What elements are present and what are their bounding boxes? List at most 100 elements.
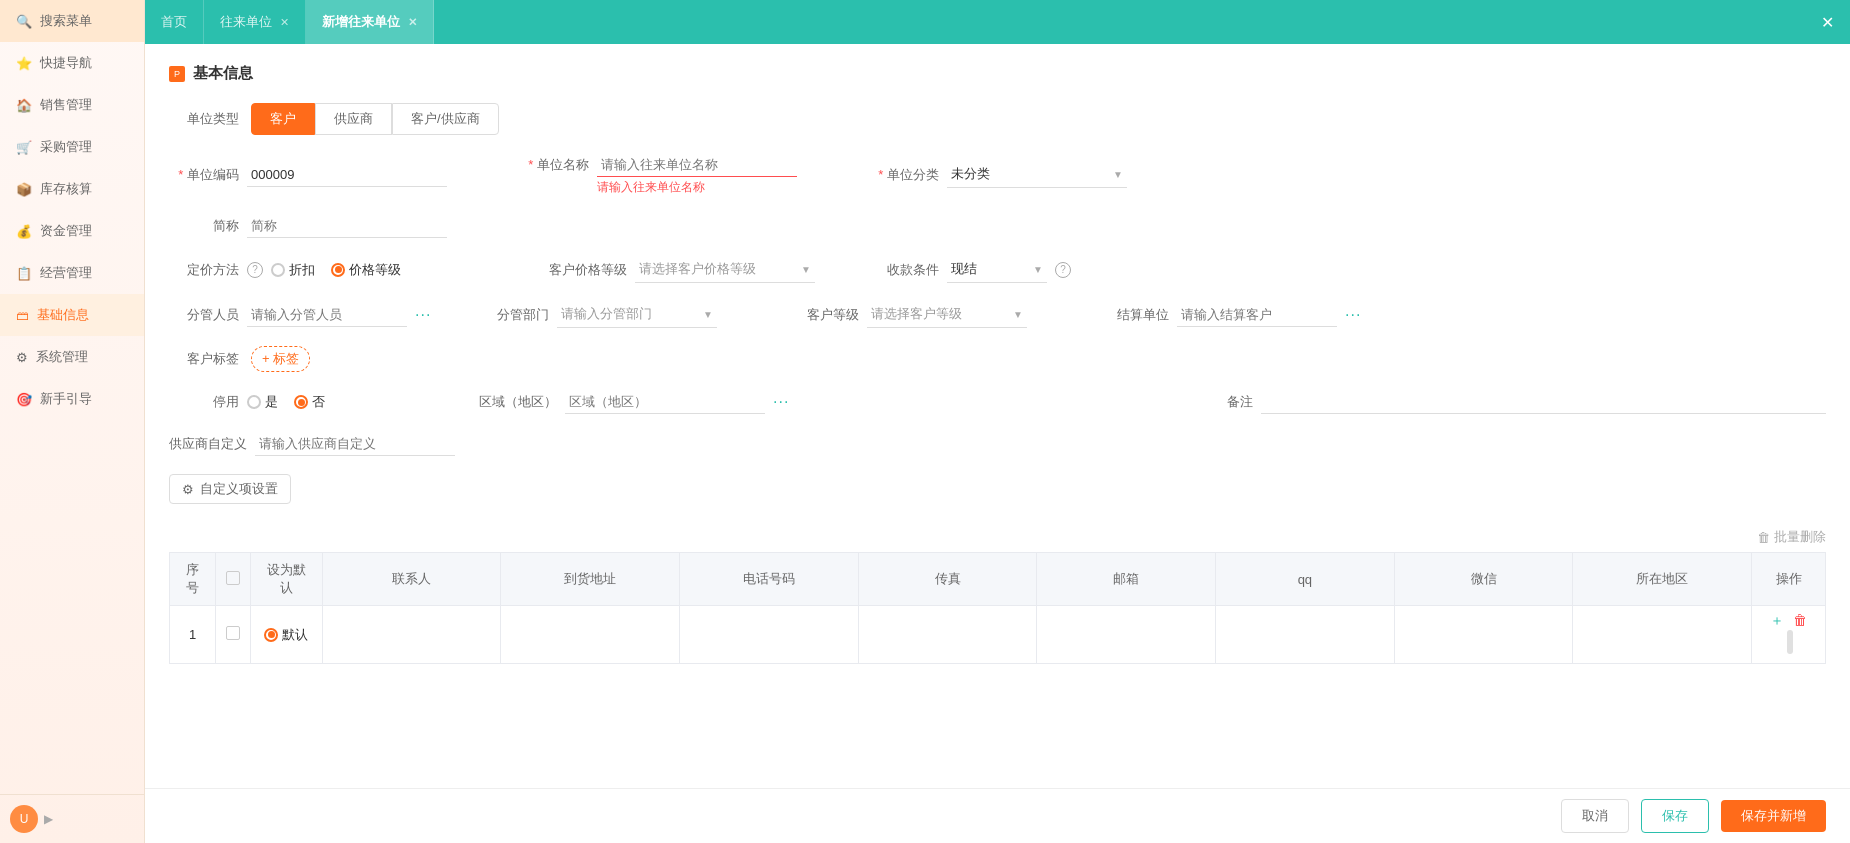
- tabs-bar: 首页 往来单位 ✕ 新增往来单位 ✕ ✕: [145, 0, 1850, 44]
- department-label: 分管部门: [479, 306, 549, 324]
- payment-terms-select[interactable]: 现结 ▼: [947, 256, 1047, 283]
- row-fax[interactable]: [858, 606, 1037, 664]
- email-input[interactable]: [1047, 627, 1205, 642]
- manager-input[interactable]: [247, 303, 407, 327]
- row-drag-handle[interactable]: [1787, 630, 1793, 654]
- address-input[interactable]: [511, 627, 669, 642]
- row-add-icon[interactable]: ＋: [1770, 612, 1784, 628]
- row-contact[interactable]: [322, 606, 501, 664]
- add-tag-button[interactable]: + 标签: [251, 346, 310, 372]
- unit-category-select[interactable]: 未分类 ▼: [947, 161, 1127, 188]
- sidebar-item-system[interactable]: ⚙ 系统管理: [0, 336, 144, 378]
- col-default: 设为默认: [251, 553, 323, 606]
- sidebar-item-quick-nav[interactable]: ⭐ 快捷导航: [0, 42, 144, 84]
- disabled-no-radio[interactable]: 否: [294, 393, 325, 411]
- pricing-help-icon[interactable]: ?: [247, 262, 263, 278]
- window-close-button[interactable]: ✕: [1805, 13, 1850, 32]
- contact-input[interactable]: [333, 627, 491, 642]
- tab-new-partner[interactable]: 新增往来单位 ✕: [306, 0, 434, 44]
- footer: 取消 保存 保存并新增: [145, 788, 1850, 843]
- tab-new-partner-close[interactable]: ✕: [408, 16, 417, 29]
- customer-level-label: 客户等级: [789, 306, 859, 324]
- col-fax: 传真: [858, 553, 1037, 606]
- sidebar-item-search[interactable]: 🔍 搜索菜单: [0, 0, 144, 42]
- settlement-unit-input[interactable]: [1177, 303, 1337, 327]
- unit-name-error: 请输入往来单位名称: [597, 179, 705, 196]
- department-select[interactable]: 请输入分管部门 ▼: [557, 301, 717, 328]
- table-row: 1 默认: [170, 606, 1826, 664]
- row-region[interactable]: [1573, 606, 1752, 664]
- sidebar-item-label: 资金管理: [40, 222, 92, 240]
- fax-input[interactable]: [869, 627, 1027, 642]
- disabled-yes-radio[interactable]: 是: [247, 393, 278, 411]
- row-default-radio[interactable]: 默认: [261, 626, 312, 644]
- sales-icon: 🏠: [16, 98, 32, 113]
- customer-price-field: 客户价格等级 请选择客户价格等级 ▼: [549, 256, 829, 283]
- unit-category-field: 单位分类 未分类 ▼: [869, 161, 1209, 188]
- sidebar-item-purchase[interactable]: 🛒 采购管理: [0, 126, 144, 168]
- region-more-icon[interactable]: ···: [773, 393, 789, 411]
- row-email[interactable]: [1037, 606, 1216, 664]
- payment-terms-help-icon[interactable]: ?: [1055, 262, 1071, 278]
- save-button[interactable]: 保存: [1641, 799, 1709, 833]
- settlement-unit-field: 结算单位 ···: [1099, 303, 1439, 327]
- supplier-custom-label: 供应商自定义: [169, 435, 247, 453]
- tab-home[interactable]: 首页: [145, 0, 204, 44]
- pricing-discount-radio[interactable]: 折扣: [271, 261, 315, 279]
- qq-input[interactable]: [1226, 627, 1384, 642]
- default-radio-dot: [268, 631, 275, 638]
- payment-terms-value: 现结: [951, 260, 977, 278]
- wechat-input[interactable]: [1405, 627, 1563, 642]
- row-phone[interactable]: [680, 606, 859, 664]
- tab-new-partner-label: 新增往来单位: [322, 13, 400, 31]
- unit-type-both-btn[interactable]: 客户/供应商: [392, 103, 499, 135]
- row-delete-icon[interactable]: 🗑: [1793, 612, 1807, 628]
- cancel-button[interactable]: 取消: [1561, 799, 1629, 833]
- abbr-input[interactable]: [247, 214, 447, 238]
- supplier-custom-input[interactable]: [255, 432, 455, 456]
- unit-code-input[interactable]: [247, 163, 447, 187]
- region-label: 区域（地区）: [479, 393, 557, 411]
- abbr-row: 简称: [169, 214, 1826, 238]
- payment-terms-field: 收款条件 现结 ▼ ?: [869, 256, 1209, 283]
- header-checkbox[interactable]: [226, 571, 240, 585]
- sidebar-item-finance[interactable]: 💰 资金管理: [0, 210, 144, 252]
- section-header: P 基本信息: [169, 64, 1826, 83]
- batch-delete-button[interactable]: 🗑 批量删除: [1757, 528, 1826, 546]
- col-address: 到货地址: [501, 553, 680, 606]
- unit-type-supplier-btn[interactable]: 供应商: [315, 103, 392, 135]
- sidebar-item-label: 系统管理: [36, 348, 88, 366]
- unit-type-customer-btn[interactable]: 客户: [251, 103, 315, 135]
- tab-partner[interactable]: 往来单位 ✕: [204, 0, 306, 44]
- tab-partner-close[interactable]: ✕: [280, 16, 289, 29]
- customer-price-select[interactable]: 请选择客户价格等级 ▼: [635, 256, 815, 283]
- custom-settings-label: 自定义项设置: [200, 480, 278, 498]
- level-radio-circle: [331, 263, 345, 277]
- sidebar-item-operations[interactable]: 📋 经营管理: [0, 252, 144, 294]
- sidebar-item-inventory[interactable]: 📦 库存核算: [0, 168, 144, 210]
- save-add-button[interactable]: 保存并新增: [1721, 800, 1826, 832]
- customer-level-select[interactable]: 请选择客户等级 ▼: [867, 301, 1027, 328]
- row-region-input[interactable]: [1583, 627, 1741, 642]
- custom-settings-button[interactable]: ⚙ 自定义项设置: [169, 474, 291, 504]
- customer-price-arrow-icon: ▼: [801, 264, 811, 275]
- customer-price-label: 客户价格等级: [549, 261, 627, 279]
- phone-input[interactable]: [690, 627, 848, 642]
- unit-name-input[interactable]: [597, 153, 797, 177]
- remark-input[interactable]: [1261, 390, 1827, 414]
- table-header-row: 序号 设为默认 联系人 到货地址 电话号码 传真 邮箱 qq 微信 所在地区 操…: [170, 553, 1826, 606]
- sidebar-item-sales[interactable]: 🏠 销售管理: [0, 84, 144, 126]
- sidebar-item-newbie[interactable]: 🎯 新手引导: [0, 378, 144, 420]
- row-address[interactable]: [501, 606, 680, 664]
- row-checkbox[interactable]: [226, 626, 240, 640]
- row-wechat[interactable]: [1394, 606, 1573, 664]
- row-qq[interactable]: [1216, 606, 1395, 664]
- row-checkbox-cell: [216, 606, 251, 664]
- customer-level-placeholder: 请选择客户等级: [871, 305, 962, 323]
- manager-more-icon[interactable]: ···: [415, 306, 431, 324]
- sidebar-item-basic-info[interactable]: 🗃 基础信息: [0, 294, 144, 336]
- pricing-method-label: 定价方法: [169, 261, 239, 279]
- settlement-unit-more-icon[interactable]: ···: [1345, 306, 1361, 324]
- pricing-level-radio[interactable]: 价格等级: [331, 261, 401, 279]
- region-input[interactable]: [565, 390, 765, 414]
